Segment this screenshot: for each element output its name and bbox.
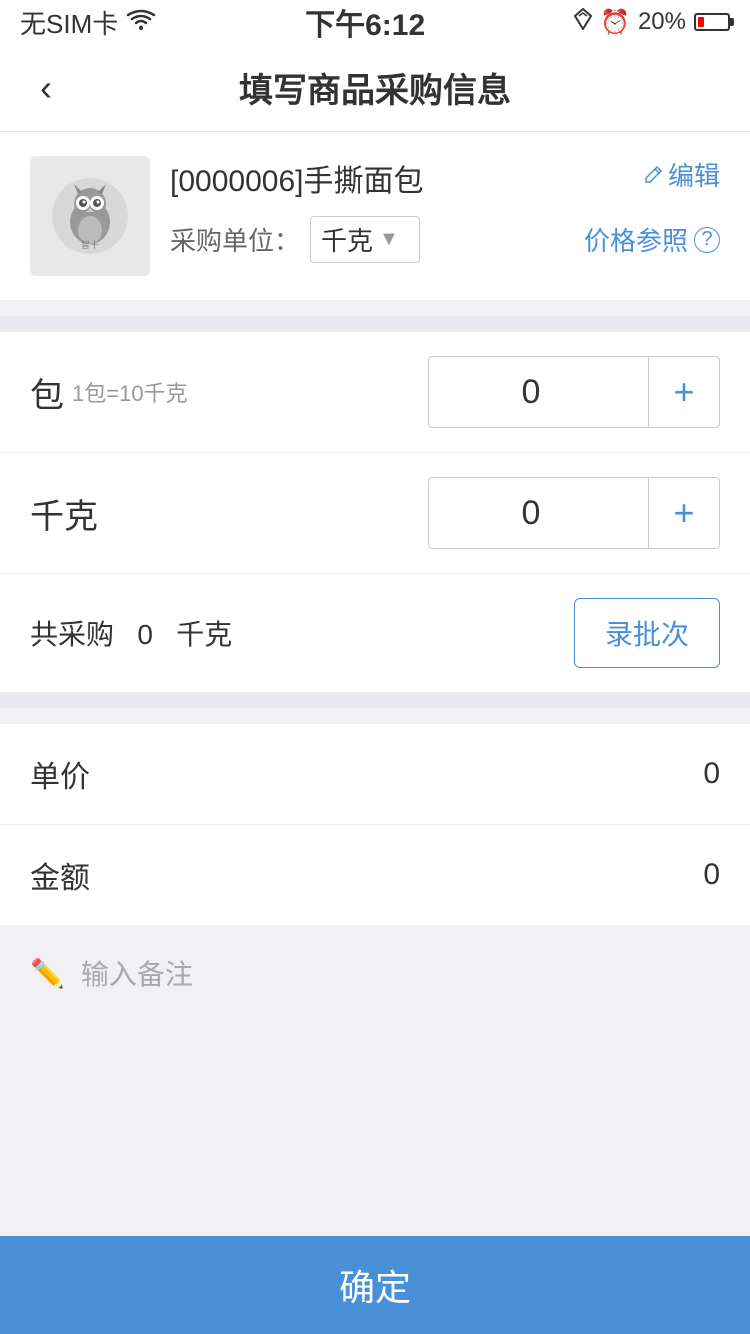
status-bar: 无SIM卡 下午6:12 ⏰ 20% [0, 0, 750, 44]
notes-placeholder: 输入备注 [81, 953, 193, 993]
quantity-kg-plus[interactable]: + [648, 477, 720, 549]
batch-button[interactable]: 录批次 [574, 598, 720, 668]
status-left: 无SIM卡 [20, 4, 156, 41]
quantity-section: 包 1包=10千克 + 千克 + [0, 332, 750, 573]
content-spacer [0, 1021, 750, 1221]
unit-select[interactable]: 千克 ▼ [310, 216, 420, 263]
price-row-unit: 单价 0 [0, 724, 750, 825]
quantity-bao-label: 包 [30, 368, 64, 417]
price-section: 单价 0 金额 0 [0, 724, 750, 925]
price-row-amount: 金额 0 [0, 825, 750, 925]
page-title: 填写商品采购信息 [239, 63, 511, 112]
purchase-unit-row: 采购单位： 千克 ▼ 价格参照 ? [170, 216, 720, 263]
total-prefix: 共采购 [30, 619, 114, 650]
total-suffix: 千克 [176, 619, 232, 650]
quantity-bao-input[interactable] [428, 356, 648, 428]
product-card: 智十 [0000006]手撕面包 编辑 采购单位： 千克 ▼ [0, 132, 750, 300]
quantity-kg-input[interactable] [428, 477, 648, 549]
quantity-row-kg: 千克 + [0, 453, 750, 573]
product-name: [0000006]手撕面包 [170, 156, 642, 200]
wifi-icon [126, 7, 156, 38]
amount-label: 金额 [30, 853, 90, 897]
quantity-bao-sublabel: 1包=10千克 [72, 376, 188, 408]
edit-button[interactable]: 编辑 [642, 156, 720, 193]
quantity-kg-label: 千克 [30, 489, 98, 538]
unit-price-label: 单价 [30, 752, 90, 796]
battery-percent: 20% [638, 8, 686, 36]
notes-section[interactable]: ✏️ 输入备注 [0, 925, 750, 1021]
quantity-kg-controls: + [428, 477, 720, 549]
product-header: [0000006]手撕面包 编辑 [170, 156, 720, 200]
alarm-icon: ⏰ [600, 8, 630, 37]
svg-text:智十: 智十 [81, 239, 99, 250]
edit-label: 编辑 [668, 156, 720, 193]
dropdown-arrow-icon: ▼ [379, 228, 399, 251]
confirm-button[interactable]: 确定 [0, 1236, 750, 1334]
location-icon [574, 8, 592, 37]
help-icon: ? [694, 227, 720, 253]
battery-icon [694, 13, 730, 31]
quantity-bao-controls: + [428, 356, 720, 428]
status-right: ⏰ 20% [574, 8, 730, 37]
carrier-label: 无SIM卡 [20, 4, 118, 41]
status-time: 下午6:12 [305, 0, 425, 44]
pencil-icon: ✏️ [30, 957, 65, 990]
section-divider-1 [0, 316, 750, 332]
amount-value: 0 [703, 858, 720, 892]
price-ref-label: 价格参照 [584, 221, 688, 258]
quantity-bao-plus[interactable]: + [648, 356, 720, 428]
quantity-row-bao: 包 1包=10千克 + [0, 332, 750, 453]
section-divider-2 [0, 692, 750, 708]
unit-value: 千克 [321, 221, 373, 258]
unit-price-value: 0 [703, 757, 720, 791]
unit-label: 采购单位： [170, 221, 300, 258]
back-button[interactable]: ‹ [30, 57, 62, 119]
price-ref-button[interactable]: 价格参照 ? [584, 221, 720, 258]
nav-bar: ‹ 填写商品采购信息 [0, 44, 750, 132]
product-info: [0000006]手撕面包 编辑 采购单位： 千克 ▼ 价格参照 ? [170, 156, 720, 263]
product-image: 智十 [30, 156, 150, 276]
total-label: 共采购 0 千克 [30, 613, 232, 653]
total-row: 共采购 0 千克 录批次 [0, 573, 750, 692]
total-amount: 0 [137, 619, 153, 650]
